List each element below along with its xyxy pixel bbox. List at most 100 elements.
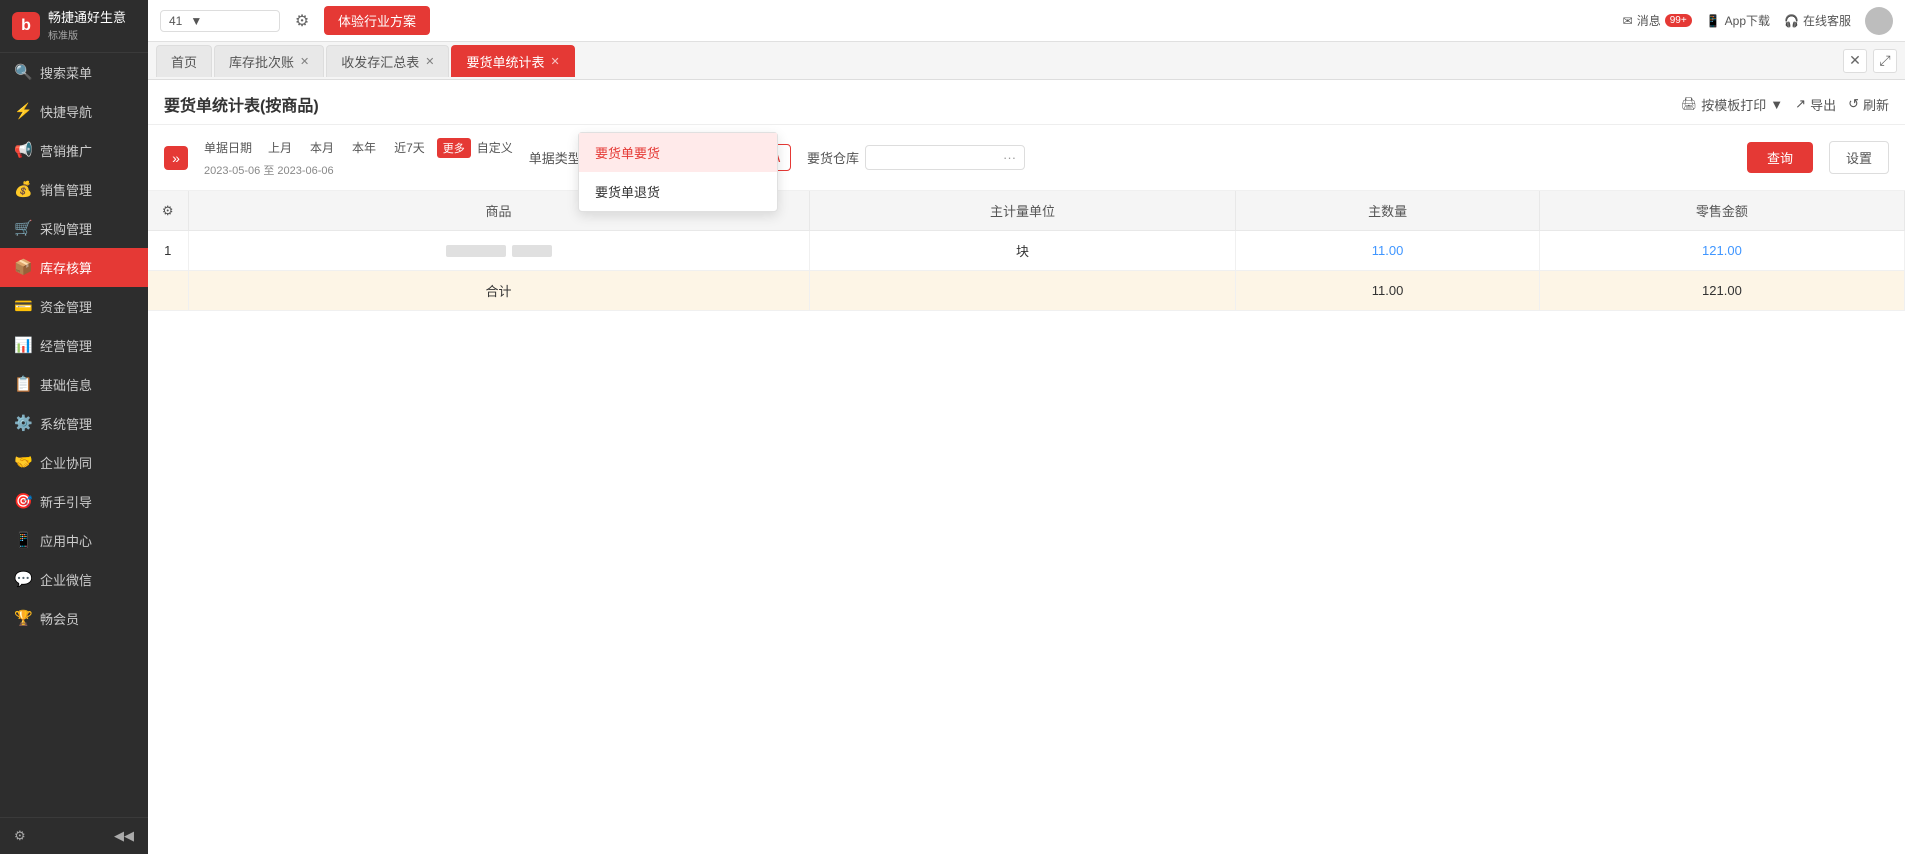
main-area: 41 ▼ ⚙ 体验行业方案 ✉ 消息 99+ 📱 App下载 🎧 在线客服 [148, 0, 1905, 854]
topbar-right: ✉ 消息 99+ 📱 App下载 🎧 在线客服 [1623, 7, 1893, 35]
date-btn-last-month[interactable]: 上月 [262, 137, 298, 158]
dropdown-item-order-return[interactable]: 要货单退货 [579, 172, 777, 211]
online-service-btn[interactable]: 🎧 在线客服 [1784, 12, 1851, 29]
warehouse-more-btn[interactable]: ··· [1003, 150, 1016, 165]
sidebar-item-finance[interactable]: 💳 资金管理 [0, 287, 148, 326]
print-btn[interactable]: 🖨 按模板打印 ▼ [1681, 95, 1783, 114]
tab-batch-account-close[interactable]: ✕ [300, 55, 309, 68]
sidebar-item-purchase[interactable]: 🛒 采购管理 [0, 209, 148, 248]
sidebar-item-operations[interactable]: 📊 经营管理 [0, 326, 148, 365]
expand-icon: » [172, 150, 180, 166]
date-btn-custom[interactable]: 自定义 [477, 139, 513, 156]
content-area: 要货单统计表(按商品) 🖨 按模板打印 ▼ ↗ 导出 ↺ 刷新 [148, 80, 1905, 854]
sidebar-item-system[interactable]: ⚙️ 系统管理 [0, 404, 148, 443]
sidebar-item-label: 销售管理 [40, 180, 92, 199]
phone-icon: 📱 [1706, 14, 1721, 28]
company-select[interactable]: 41 ▼ [160, 10, 280, 32]
sidebar-item-enterprise[interactable]: 🤝 企业协同 [0, 443, 148, 482]
message-icon: ✉ [1623, 14, 1633, 28]
sidebar-item-sales[interactable]: 💰 销售管理 [0, 170, 148, 209]
avatar[interactable] [1865, 7, 1893, 35]
query-btn[interactable]: 查询 [1747, 142, 1813, 173]
sidebar-item-label: 搜索菜单 [40, 63, 92, 82]
total-unit-empty [809, 271, 1236, 311]
online-service-label: 在线客服 [1803, 12, 1851, 29]
search-icon: 🔍 [14, 63, 32, 81]
messages-label: 消息 [1637, 12, 1661, 29]
sidebar-settings-icon[interactable]: ⚙ [14, 828, 26, 844]
sidebar-item-member[interactable]: 🏆 畅会员 [0, 599, 148, 638]
tab-batch-account[interactable]: 库存批次账 ✕ [214, 45, 324, 77]
tab-order-stats-label: 要货单统计表 [466, 52, 544, 71]
filter-expand-btn[interactable]: » [164, 146, 188, 170]
app-download-btn[interactable]: 📱 App下载 [1706, 12, 1770, 29]
tabbar: 首页 库存批次账 ✕ 收发存汇总表 ✕ 要货单统计表 ✕ ✕ ⤢ [148, 42, 1905, 80]
app-download-label: App下载 [1725, 12, 1770, 29]
filter-row: » 单据日期 上月 本月 本年 近7天 更多 自定义 2023-05-06 至 … [148, 125, 1905, 191]
tab-close-all-btn[interactable]: ✕ [1843, 49, 1867, 73]
tab-expand-btn[interactable]: ⤢ [1873, 49, 1897, 73]
data-table: ⚙ 商品 主计量单位 主数量 零售金额 1 [148, 191, 1905, 311]
app-sub: 标准版 [48, 27, 126, 42]
filter-settings-btn[interactable]: 设置 [1829, 141, 1889, 174]
total-label: 合计 [188, 271, 809, 311]
sidebar-item-label: 基础信息 [40, 375, 92, 394]
app-logo-icon: b [12, 12, 40, 40]
date-btn-more[interactable]: 更多 [437, 138, 471, 158]
date-btn-this-month[interactable]: 本月 [304, 137, 340, 158]
table-total-row: 合计 11.00 121.00 [148, 271, 1905, 311]
company-select-value: 41 [169, 14, 182, 28]
warehouse-input[interactable]: ··· [865, 145, 1025, 170]
tab-receive-summary-label: 收发存汇总表 [341, 52, 419, 71]
tab-receive-summary-close[interactable]: ✕ [425, 55, 434, 68]
finance-icon: 💳 [14, 297, 32, 315]
sidebar-item-basic-info[interactable]: 📋 基础信息 [0, 365, 148, 404]
row-quantity: 11.00 [1236, 231, 1540, 271]
row-unit: 块 [809, 231, 1236, 271]
print-label: 按模板打印 [1701, 95, 1766, 114]
sidebar-item-label: 快捷导航 [40, 102, 92, 121]
sales-icon: 💰 [14, 180, 32, 198]
sidebar-collapse-btn[interactable]: ◀◀ [114, 828, 134, 844]
sidebar-item-label: 资金管理 [40, 297, 92, 316]
date-btn-this-year[interactable]: 本年 [346, 137, 382, 158]
sidebar-item-quick-nav[interactable]: ⚡ 快捷导航 [0, 92, 148, 131]
sidebar: b 畅捷通好生意 标准版 🔍 搜索菜单 ⚡ 快捷导航 📢 营销推广 💰 销售管理… [0, 0, 148, 854]
app-name: 畅捷通好生意 [48, 10, 126, 27]
operations-icon: 📊 [14, 336, 32, 354]
export-label: 导出 [1810, 95, 1836, 114]
messages-badge: 99+ [1665, 14, 1692, 27]
date-btn-last-7-days[interactable]: 近7天 [388, 137, 431, 158]
print-chevron-down: ▼ [1770, 97, 1783, 112]
quick-nav-icon: ⚡ [14, 102, 32, 120]
sidebar-item-marketing[interactable]: 📢 营销推广 [0, 131, 148, 170]
page-header: 要货单统计表(按商品) 🖨 按模板打印 ▼ ↗ 导出 ↺ 刷新 [148, 80, 1905, 125]
topbar: 41 ▼ ⚙ 体验行业方案 ✉ 消息 99+ 📱 App下载 🎧 在线客服 [148, 0, 1905, 42]
topbar-gear-btn[interactable]: ⚙ [288, 7, 316, 35]
sidebar-item-search[interactable]: 🔍 搜索菜单 [0, 53, 148, 92]
sidebar-item-label: 新手引导 [40, 492, 92, 511]
sidebar-item-inventory[interactable]: 📦 库存核算 [0, 248, 148, 287]
trial-industry-btn[interactable]: 体验行业方案 [324, 6, 430, 35]
th-settings[interactable]: ⚙ [148, 191, 188, 231]
export-btn[interactable]: ↗ 导出 [1795, 95, 1836, 114]
filter-warehouse-field: 要货仓库 ··· [807, 145, 1025, 170]
sidebar-item-guide[interactable]: 🎯 新手引导 [0, 482, 148, 521]
tab-order-stats-close[interactable]: ✕ [551, 55, 560, 68]
filter-date-group: 单据日期 上月 本月 本年 近7天 更多 自定义 2023-05-06 至 20… [204, 137, 513, 178]
tab-receive-summary[interactable]: 收发存汇总表 ✕ [326, 45, 449, 77]
dropdown-item-order-goods[interactable]: 要货单要货 [579, 133, 777, 172]
sidebar-bottom: ⚙ ◀◀ [0, 817, 148, 854]
tab-home[interactable]: 首页 [156, 45, 212, 77]
chevron-down-icon: ▼ [190, 14, 202, 28]
sidebar-item-app-center[interactable]: 📱 应用中心 [0, 521, 148, 560]
tabbar-actions: ✕ ⤢ [1843, 49, 1897, 73]
printer-icon: 🖨 [1681, 96, 1698, 112]
sidebar-item-wechat[interactable]: 💬 企业微信 [0, 560, 148, 599]
tab-order-stats[interactable]: 要货单统计表 ✕ [451, 45, 574, 77]
row-product [188, 231, 809, 271]
refresh-btn[interactable]: ↺ 刷新 [1848, 95, 1889, 114]
messages-btn[interactable]: ✉ 消息 99+ [1623, 12, 1692, 29]
page-title: 要货单统计表(按商品) [164, 92, 319, 116]
refresh-label: 刷新 [1863, 95, 1889, 114]
